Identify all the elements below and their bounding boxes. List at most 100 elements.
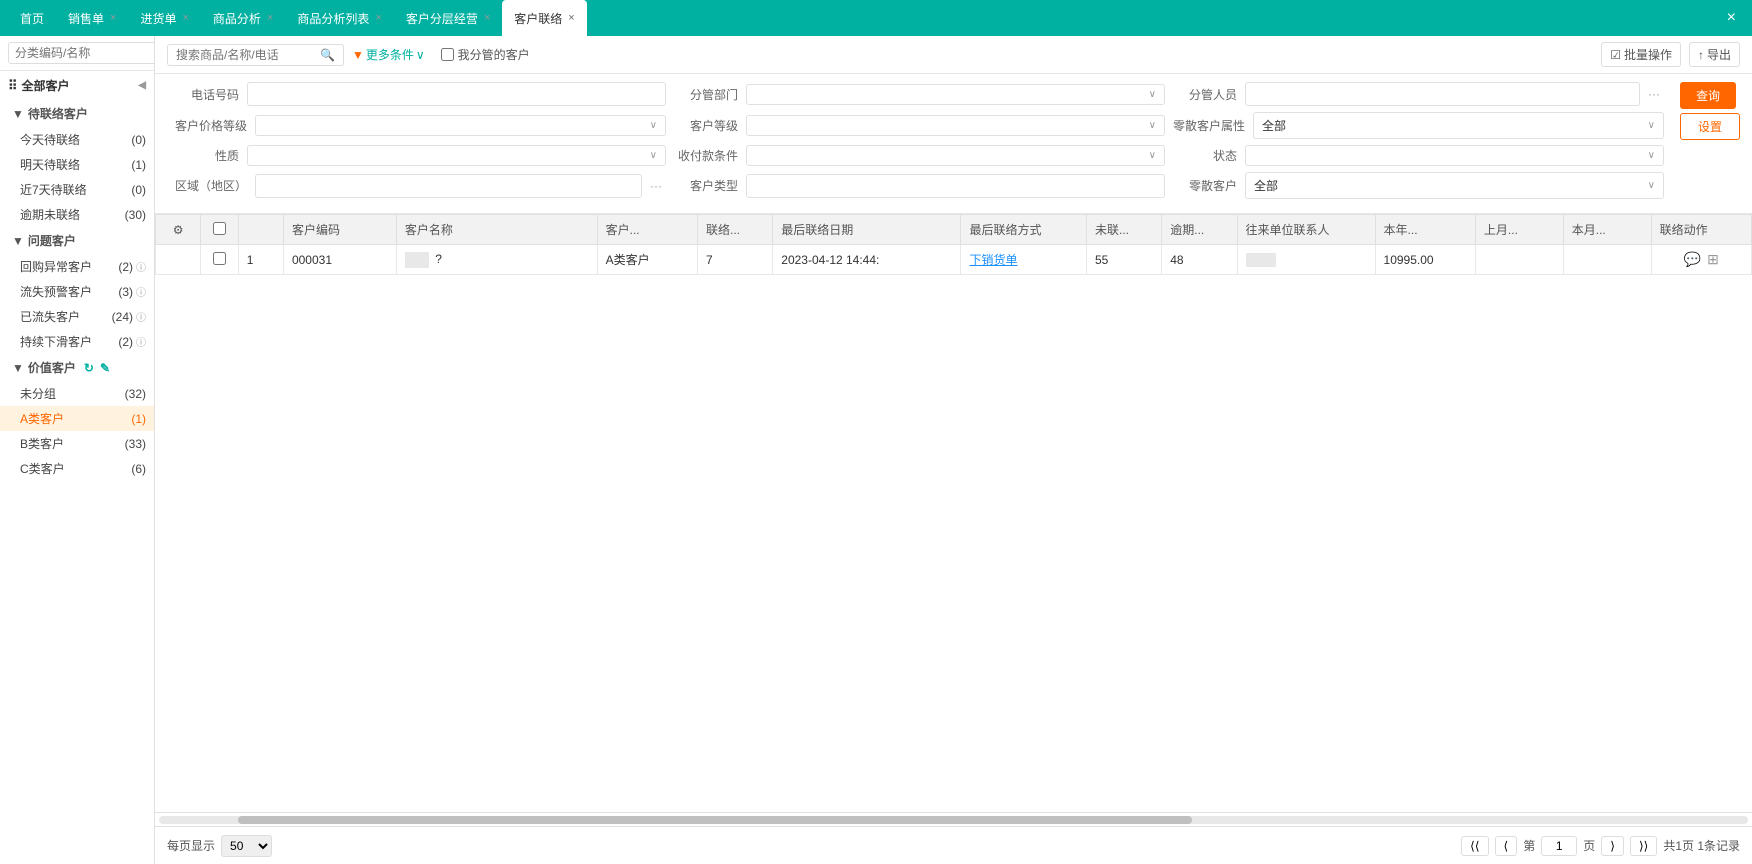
th-this-month[interactable]: 本月... <box>1563 215 1651 245</box>
all-customers-header[interactable]: ⠿ 全部客户 ◀ <box>0 71 154 100</box>
search-icon[interactable]: 🔍 <box>320 48 335 62</box>
th-action[interactable]: 联络动作 <box>1651 215 1751 245</box>
th-contact[interactable]: 联络... <box>698 215 773 245</box>
manager-more-icon[interactable]: ··· <box>1644 87 1664 101</box>
per-page-select[interactable]: 50 20 100 <box>221 835 272 857</box>
customers-table: ⚙ 客户编码 客户名称 客户... <box>155 214 1752 275</box>
row-checkbox-cell <box>201 245 239 275</box>
sidebar-item-overdue-contact[interactable]: 逾期未联络 (30) <box>0 202 154 227</box>
close-customer-contact-tab[interactable]: × <box>568 12 574 24</box>
tab-product-analysis-list[interactable]: 商品分析列表 × <box>285 0 393 36</box>
dept-select[interactable]: ∨ <box>746 84 1165 105</box>
phone-input[interactable] <box>247 82 666 106</box>
th-last-date[interactable]: 最后联络日期 <box>773 215 961 245</box>
tab-purchase[interactable]: 进货单 × <box>128 0 200 36</box>
row-checkbox[interactable] <box>213 252 226 265</box>
close-sales-tab[interactable]: × <box>110 12 116 24</box>
tab-customer-contact[interactable]: 客户联络 × <box>502 0 586 36</box>
th-name[interactable]: 客户名称 <box>396 215 597 245</box>
sidebar-item-a-class[interactable]: A类客户 (1) <box>0 406 154 431</box>
bottom-bar: 每页显示 50 20 100 ⟨⟨ ⟨ 第 页 ⟩ ⟩⟩ 共1页 1条记录 <box>155 826 1752 864</box>
price-level-select[interactable]: ∨ <box>255 115 666 136</box>
filter-row-3: 性质 ∨ 收付款条件 ∨ <box>167 145 1664 166</box>
th-index <box>238 215 283 245</box>
row-gear <box>156 245 201 275</box>
section-problem-customers[interactable]: ▼ 问题客户 <box>0 227 154 254</box>
section-value-customers[interactable]: ▼ 价值客户 ↻ ✎ <box>0 354 154 381</box>
row-overdue: 48 <box>1162 245 1237 275</box>
region-input[interactable] <box>255 174 642 198</box>
payment-select[interactable]: ∨ <box>746 145 1165 166</box>
filter-icon: ▼ <box>352 48 364 62</box>
sidebar-item-declining[interactable]: 持续下滑客户 (2) ⓘ <box>0 329 154 354</box>
status-select[interactable]: ∨ <box>1245 145 1664 166</box>
customer-level-select[interactable]: ∨ <box>746 115 1165 136</box>
section-pending-contact[interactable]: ▼ 待联络客户 <box>0 100 154 127</box>
filter-nature: 性质 ∨ <box>167 145 666 166</box>
prev-page-btn[interactable]: ⟨ <box>1495 836 1518 856</box>
next-page-btn[interactable]: ⟩ <box>1601 836 1624 856</box>
close-product-tab[interactable]: × <box>267 12 273 24</box>
sidebar-item-unclassified[interactable]: 未分组 (32) <box>0 381 154 406</box>
refresh-icon[interactable]: ↻ <box>84 361 94 375</box>
sidebar-item-c-class[interactable]: C类客户 (6) <box>0 456 154 481</box>
last-page-btn[interactable]: ⟩⟩ <box>1630 836 1657 856</box>
grid-action-icon[interactable]: ⊞ <box>1707 251 1719 268</box>
filter-status: 状态 ∨ <box>1165 145 1664 166</box>
my-customers-checkbox[interactable] <box>441 48 454 61</box>
nature-select[interactable]: ∨ <box>247 145 666 166</box>
close-purchase-tab[interactable]: × <box>182 12 188 24</box>
export-button[interactable]: ↑ 导出 <box>1689 42 1740 67</box>
customer-type-input[interactable] <box>746 174 1165 198</box>
horizontal-scrollbar[interactable] <box>159 816 1748 824</box>
tab-home[interactable]: 首页 <box>8 0 56 36</box>
manager-input[interactable] <box>1245 82 1640 106</box>
more-conditions-btn[interactable]: ▼ 更多条件 ∨ <box>352 46 425 63</box>
sidebar-item-7day-contact[interactable]: 近7天待联络 (0) <box>0 177 154 202</box>
row-action-icons: 💬 ⊞ <box>1660 251 1743 268</box>
arrow-down-icon3: ▼ <box>12 361 24 375</box>
sidebar-item-b-class[interactable]: B类客户 (33) <box>0 431 154 456</box>
scrollbar-thumb[interactable] <box>238 816 1191 824</box>
th-overdue[interactable]: 逾期... <box>1162 215 1237 245</box>
tab-sales[interactable]: 销售单 × <box>56 0 128 36</box>
sidebar-item-repurchase-abnormal[interactable]: 回购异常客户 (2) ⓘ <box>0 254 154 279</box>
chat-icon[interactable]: 💬 <box>1684 251 1701 268</box>
query-button[interactable]: 查询 <box>1680 82 1736 109</box>
filter-action-btns: 查询 设置 <box>1672 82 1740 140</box>
window-close-button[interactable]: × <box>1719 9 1744 27</box>
th-last-month[interactable]: 上月... <box>1475 215 1563 245</box>
edit-value-icon[interactable]: ✎ <box>100 361 110 375</box>
sidebar-item-tomorrow-contact[interactable]: 明天待联络 (1) <box>0 152 154 177</box>
search-input[interactable] <box>176 48 316 62</box>
row-contact: 7 <box>698 245 773 275</box>
retail-attr-select[interactable]: 全部 ∨ <box>1253 112 1664 139</box>
close-product-list-tab[interactable]: × <box>375 12 381 24</box>
region-more-icon[interactable]: ··· <box>646 179 666 193</box>
row-last-month <box>1475 245 1563 275</box>
table-header-row: ⚙ 客户编码 客户名称 客户... <box>156 215 1752 245</box>
customer-avatar <box>405 252 429 268</box>
settings-button[interactable]: 设置 <box>1680 113 1740 140</box>
sidebar-search-input[interactable] <box>8 42 155 64</box>
th-type[interactable]: 客户... <box>597 215 697 245</box>
retail-customer-select[interactable]: 全部 ∨ <box>1245 172 1664 199</box>
first-page-btn[interactable]: ⟨⟨ <box>1461 836 1488 856</box>
th-this-year[interactable]: 本年... <box>1375 215 1475 245</box>
sidebar-item-churned[interactable]: 已流失客户 (24) ⓘ <box>0 304 154 329</box>
th-settings[interactable]: ⚙ <box>156 215 201 245</box>
tab-customer-segment[interactable]: 客户分层经营 × <box>394 0 502 36</box>
th-last-method[interactable]: 最后联络方式 <box>961 215 1086 245</box>
sidebar-search-area: 🔍 <box>0 36 154 71</box>
sidebar-item-churn-warning[interactable]: 流失预警客户 (3) ⓘ <box>0 279 154 304</box>
checkbox-icon: ☑ <box>1610 48 1621 62</box>
close-customer-segment-tab[interactable]: × <box>484 12 490 24</box>
page-number-input[interactable] <box>1541 836 1577 856</box>
th-no-contact[interactable]: 未联... <box>1086 215 1161 245</box>
th-code[interactable]: 客户编码 <box>283 215 396 245</box>
sidebar-item-today-contact[interactable]: 今天待联络 (0) <box>0 127 154 152</box>
tab-product-analysis[interactable]: 商品分析 × <box>201 0 285 36</box>
th-unit-contact[interactable]: 往来单位联系人 <box>1237 215 1375 245</box>
batch-op-button[interactable]: ☑ 批量操作 <box>1601 42 1681 67</box>
select-all-checkbox[interactable] <box>213 222 226 235</box>
